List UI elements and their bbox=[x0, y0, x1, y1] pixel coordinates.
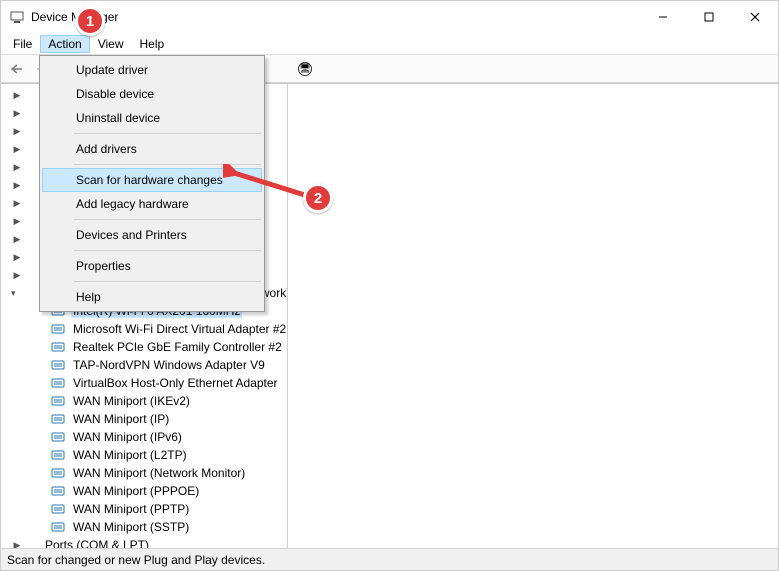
menu-update-driver[interactable]: Update driver bbox=[42, 58, 262, 82]
device-item[interactable]: WAN Miniport (IPv6) bbox=[1, 428, 287, 446]
device-item[interactable]: WAN Miniport (IKEv2) bbox=[1, 392, 287, 410]
chevron-right-icon[interactable]: ▶ bbox=[11, 251, 23, 263]
tree-category-ports[interactable]: ▶ Ports (COM & LPT) bbox=[1, 536, 287, 548]
device-label: WAN Miniport (IPv6) bbox=[71, 430, 184, 444]
statusbar: Scan for changed or new Plug and Play de… bbox=[1, 548, 778, 570]
menu-properties[interactable]: Properties bbox=[42, 254, 262, 278]
network-adapter-icon bbox=[51, 357, 67, 373]
menu-view[interactable]: View bbox=[90, 35, 132, 53]
network-adapter-icon bbox=[51, 519, 67, 535]
network-adapter-icon bbox=[51, 339, 67, 355]
menu-add-drivers[interactable]: Add drivers bbox=[42, 137, 262, 161]
device-label: WAN Miniport (SSTP) bbox=[71, 520, 191, 534]
chevron-right-icon[interactable]: ▶ bbox=[11, 125, 23, 137]
menu-separator bbox=[74, 250, 261, 251]
device-label: TAP-NordVPN Windows Adapter V9 bbox=[71, 358, 267, 372]
network-adapter-icon bbox=[51, 447, 67, 463]
network-adapter-icon bbox=[51, 483, 67, 499]
chevron-right-icon[interactable]: ▶ bbox=[11, 89, 23, 101]
network-adapter-icon bbox=[51, 411, 67, 427]
chevron-right-icon[interactable]: ▶ bbox=[11, 233, 23, 245]
chevron-right-icon[interactable]: ▶ bbox=[11, 179, 23, 191]
menu-add-legacy[interactable]: Add legacy hardware bbox=[42, 192, 262, 216]
menu-scan-hardware[interactable]: Scan for hardware changes bbox=[42, 168, 262, 192]
device-label: WAN Miniport (Network Monitor) bbox=[71, 466, 247, 480]
back-button[interactable] bbox=[5, 57, 29, 81]
device-label: VirtualBox Host-Only Ethernet Adapter bbox=[71, 376, 280, 390]
device-item[interactable]: WAN Miniport (PPTP) bbox=[1, 500, 287, 518]
device-label: WAN Miniport (PPTP) bbox=[71, 502, 191, 516]
statusbar-text: Scan for changed or new Plug and Play de… bbox=[7, 553, 265, 567]
device-label: WAN Miniport (PPPOE) bbox=[71, 484, 201, 498]
menu-separator bbox=[74, 133, 261, 134]
menubar: File Action View Help bbox=[1, 33, 778, 55]
device-item[interactable]: WAN Miniport (Network Monitor) bbox=[1, 464, 287, 482]
chevron-right-icon[interactable]: ▶ bbox=[11, 215, 23, 227]
device-label: WAN Miniport (IKEv2) bbox=[71, 394, 192, 408]
annotation-badge-1: 1 bbox=[75, 6, 105, 36]
menu-separator bbox=[74, 164, 261, 165]
network-adapter-icon bbox=[51, 321, 67, 337]
menu-file[interactable]: File bbox=[5, 35, 40, 53]
device-item[interactable]: Realtek PCIe GbE Family Controller #2 bbox=[1, 338, 287, 356]
menu-action[interactable]: Action bbox=[40, 35, 89, 53]
device-item[interactable]: WAN Miniport (L2TP) bbox=[1, 446, 287, 464]
network-adapter-icon bbox=[51, 375, 67, 391]
device-item[interactable]: Microsoft Wi-Fi Direct Virtual Adapter #… bbox=[1, 320, 287, 338]
chevron-down-icon[interactable]: ▾ bbox=[11, 287, 16, 299]
menu-uninstall-device[interactable]: Uninstall device bbox=[42, 106, 262, 130]
device-item[interactable]: VirtualBox Host-Only Ethernet Adapter bbox=[1, 374, 287, 392]
menu-disable-device[interactable]: Disable device bbox=[42, 82, 262, 106]
chevron-right-icon[interactable]: ▶ bbox=[11, 143, 23, 155]
menu-help[interactable]: Help bbox=[132, 35, 173, 53]
window-controls bbox=[640, 1, 778, 33]
chevron-right-icon[interactable]: ▶ bbox=[11, 539, 23, 548]
network-adapter-icon bbox=[51, 465, 67, 481]
device-label: Realtek PCIe GbE Family Controller #2 bbox=[71, 340, 284, 354]
device-label: WAN Miniport (IP) bbox=[71, 412, 171, 426]
chevron-right-icon[interactable]: ▶ bbox=[11, 197, 23, 209]
titlebar: Device Manager bbox=[1, 1, 778, 33]
device-item[interactable]: TAP-NordVPN Windows Adapter V9 bbox=[1, 356, 287, 374]
chevron-right-icon[interactable]: ▶ bbox=[11, 107, 23, 119]
menu-devices-printers[interactable]: Devices and Printers bbox=[42, 223, 262, 247]
action-menu-dropdown: Update driver Disable device Uninstall d… bbox=[39, 55, 265, 312]
network-adapter-icon bbox=[51, 501, 67, 517]
device-item[interactable]: WAN Miniport (PPPOE) bbox=[1, 482, 287, 500]
network-adapter-icon bbox=[51, 429, 67, 445]
annotation-badge-2: 2 bbox=[303, 183, 333, 213]
app-icon bbox=[9, 9, 25, 25]
device-label: WAN Miniport (L2TP) bbox=[71, 448, 189, 462]
details-pane bbox=[288, 84, 778, 548]
chevron-right-icon[interactable]: ▶ bbox=[11, 269, 23, 281]
chevron-right-icon[interactable]: ▶ bbox=[11, 161, 23, 173]
device-item[interactable]: WAN Miniport (IP) bbox=[1, 410, 287, 428]
maximize-button[interactable] bbox=[686, 1, 732, 33]
menu-help[interactable]: Help bbox=[42, 285, 262, 309]
device-item[interactable]: WAN Miniport (SSTP) bbox=[1, 518, 287, 536]
minimize-button[interactable] bbox=[640, 1, 686, 33]
network-adapter-icon bbox=[51, 393, 67, 409]
scan-hardware-icon[interactable]: 🖥 bbox=[293, 57, 317, 81]
close-button[interactable] bbox=[732, 1, 778, 33]
menu-separator bbox=[74, 281, 261, 282]
category-label: Ports (COM & LPT) bbox=[45, 538, 149, 548]
menu-separator bbox=[74, 219, 261, 220]
device-label: Microsoft Wi-Fi Direct Virtual Adapter #… bbox=[71, 322, 288, 336]
